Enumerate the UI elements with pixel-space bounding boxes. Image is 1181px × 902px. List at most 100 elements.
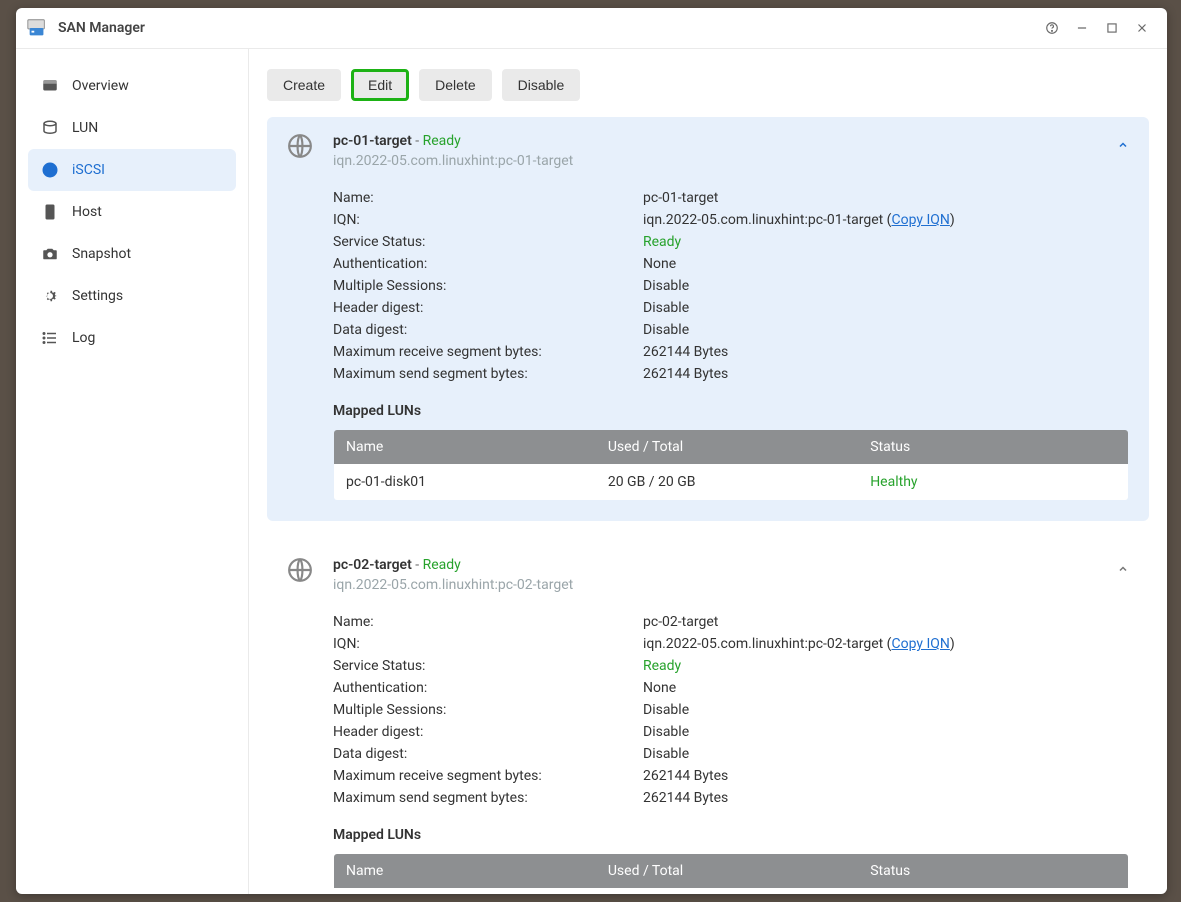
value: pc-01-target (643, 190, 718, 206)
globe-icon (40, 160, 60, 180)
label: Service Status: (333, 658, 643, 674)
cell-status: Healthy (858, 888, 1128, 894)
gear-icon (40, 286, 60, 306)
value: None (643, 256, 676, 272)
camera-icon (40, 244, 60, 264)
disable-button[interactable]: Disable (502, 69, 581, 101)
label: Header digest: (333, 724, 643, 740)
value: 262144 Bytes (643, 768, 728, 784)
label: Authentication: (333, 680, 643, 696)
label: Name: (333, 190, 643, 206)
col-used: Used / Total (596, 430, 858, 465)
collapse-toggle[interactable] (1117, 563, 1129, 579)
sidebar: Overview LUN iSCSI Host Snapshot Setting… (16, 49, 249, 894)
sidebar-item-overview[interactable]: Overview (28, 65, 236, 107)
titlebar: SAN Manager (16, 8, 1167, 49)
label: Authentication: (333, 256, 643, 272)
label: IQN: (333, 636, 643, 652)
value: Disable (643, 724, 689, 740)
value: Disable (643, 322, 689, 338)
edit-button[interactable]: Edit (351, 69, 409, 101)
mapped-luns-title: Mapped LUNs (333, 827, 1129, 843)
sidebar-item-label: Host (72, 204, 102, 220)
globe-icon (287, 557, 313, 583)
host-icon (40, 202, 60, 222)
label: Name: (333, 614, 643, 630)
sidebar-item-label: Overview (72, 78, 129, 94)
value: Disable (643, 300, 689, 316)
value: 262144 Bytes (643, 790, 728, 806)
globe-icon (287, 133, 313, 159)
label: Data digest: (333, 746, 643, 762)
app-window: SAN Manager Overview LUN iSCS (16, 8, 1167, 894)
cell-used: 20 GB / 20 GB (596, 888, 858, 894)
label: Maximum send segment bytes: (333, 366, 643, 382)
cell-name: pc-02-disk01 (334, 888, 596, 894)
value: 262144 Bytes (643, 366, 728, 382)
sidebar-item-label: iSCSI (72, 162, 105, 178)
content-area: Create Edit Delete Disable pc-01-t (249, 49, 1167, 894)
cell-status: Healthy (858, 464, 1128, 501)
table-row[interactable]: pc-02-disk01 20 GB / 20 GB Healthy (334, 888, 1129, 894)
maximize-button[interactable] (1097, 13, 1127, 43)
target-status: Ready (423, 133, 461, 149)
sidebar-item-iscsi[interactable]: iSCSI (28, 149, 236, 191)
value: pc-02-target (643, 614, 718, 630)
sidebar-item-snapshot[interactable]: Snapshot (28, 233, 236, 275)
sidebar-item-host[interactable]: Host (28, 191, 236, 233)
target-panel-1[interactable]: pc-01-target - Ready iqn.2022-05.com.lin… (267, 117, 1149, 521)
copy-iqn-link[interactable]: Copy IQN (891, 212, 949, 228)
label: Data digest: (333, 322, 643, 338)
cell-name: pc-01-disk01 (334, 464, 596, 501)
target-iqn: iqn.2022-05.com.linuxhint:pc-02-target (333, 577, 573, 593)
value: Disable (643, 746, 689, 762)
minimize-button[interactable] (1067, 13, 1097, 43)
sidebar-item-settings[interactable]: Settings (28, 275, 236, 317)
col-status: Status (858, 430, 1128, 465)
close-button[interactable] (1127, 13, 1157, 43)
target-panel-2[interactable]: pc-02-target - Ready iqn.2022-05.com.lin… (267, 541, 1149, 894)
target-name: pc-02-target (333, 557, 412, 573)
value: Ready (643, 658, 681, 674)
sidebar-item-log[interactable]: Log (28, 317, 236, 359)
mapped-luns-table: Name Used / Total Status pc-02-disk01 20… (333, 853, 1129, 894)
delete-button[interactable]: Delete (419, 69, 491, 101)
label: Maximum receive segment bytes: (333, 768, 643, 784)
cell-used: 20 GB / 20 GB (596, 464, 858, 501)
sidebar-item-lun[interactable]: LUN (28, 107, 236, 149)
value: 262144 Bytes (643, 344, 728, 360)
toolbar: Create Edit Delete Disable (267, 69, 1149, 101)
list-icon (40, 328, 60, 348)
table-row[interactable]: pc-01-disk01 20 GB / 20 GB Healthy (334, 464, 1129, 501)
label: Header digest: (333, 300, 643, 316)
sidebar-item-label: LUN (72, 120, 98, 136)
value: Ready (643, 234, 681, 250)
label: Service Status: (333, 234, 643, 250)
value: Disable (643, 702, 689, 718)
col-used: Used / Total (596, 854, 858, 889)
label: Maximum receive segment bytes: (333, 344, 643, 360)
sidebar-item-label: Log (72, 330, 95, 346)
target-iqn: iqn.2022-05.com.linuxhint:pc-01-target (333, 153, 573, 169)
col-name: Name (334, 430, 596, 465)
label: IQN: (333, 212, 643, 228)
col-status: Status (858, 854, 1128, 889)
collapse-toggle[interactable] (1117, 139, 1129, 155)
create-button[interactable]: Create (267, 69, 341, 101)
label: Multiple Sessions: (333, 702, 643, 718)
value: Disable (643, 278, 689, 294)
mapped-luns-table: Name Used / Total Status pc-01-disk01 20… (333, 429, 1129, 501)
help-button[interactable] (1037, 13, 1067, 43)
label: Multiple Sessions: (333, 278, 643, 294)
sidebar-item-label: Snapshot (72, 246, 131, 262)
mapped-luns-title: Mapped LUNs (333, 403, 1129, 419)
app-icon (26, 17, 48, 39)
label: Maximum send segment bytes: (333, 790, 643, 806)
app-title: SAN Manager (58, 20, 145, 36)
sidebar-item-label: Settings (72, 288, 123, 304)
col-name: Name (334, 854, 596, 889)
overview-icon (40, 76, 60, 96)
copy-iqn-link[interactable]: Copy IQN (891, 636, 949, 652)
target-name: pc-01-target (333, 133, 412, 149)
value: iqn.2022-05.com.linuxhint:pc-01-target (… (643, 212, 955, 228)
